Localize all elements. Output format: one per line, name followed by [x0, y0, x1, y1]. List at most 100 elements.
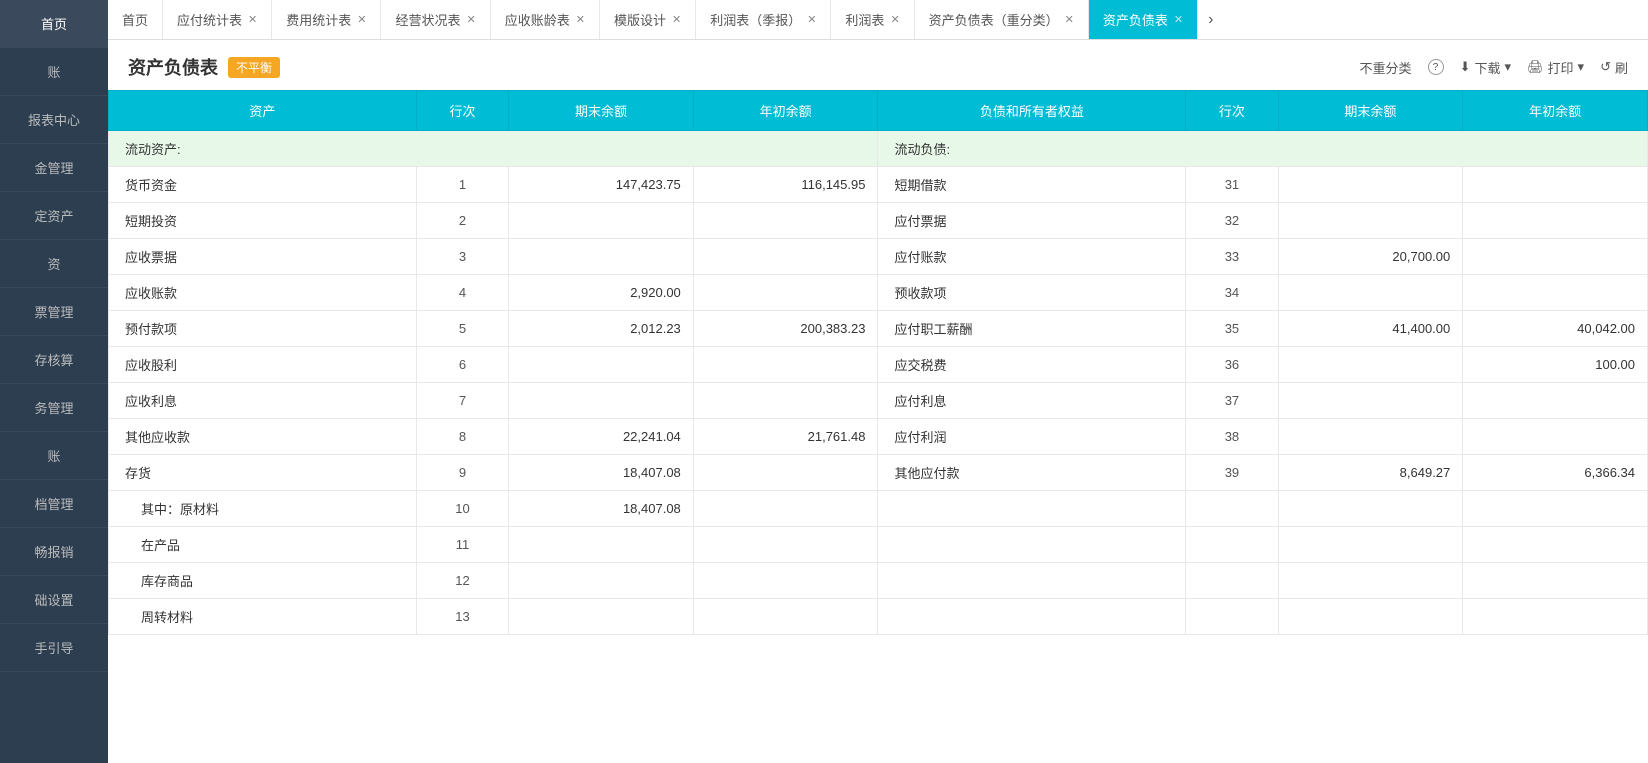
end-balance2 [1278, 491, 1463, 527]
tab-expense[interactable]: 费用统计表 ✕ [272, 0, 381, 39]
row-number: 7 [416, 383, 508, 419]
tab-receivable-age[interactable]: 应收账龄表 ✕ [491, 0, 600, 39]
tab-receivable-age-close[interactable]: ✕ [576, 13, 585, 26]
tab-balance-reclassify-label: 资产负债表（重分类） [929, 10, 1059, 29]
table-row: 应收账款 4 2,920.00 预收款项 34 [109, 275, 1648, 311]
asset-name: 短期投资 [109, 203, 417, 239]
sidebar-item-fixed-assets[interactable]: 定资产 [0, 192, 108, 240]
asset-name: 应收股利 [109, 347, 417, 383]
sidebar-item-settings[interactable]: 础设置 [0, 576, 108, 624]
row-number: 6 [416, 347, 508, 383]
sidebar-item-archive[interactable]: 档管理 [0, 480, 108, 528]
row-number: 1 [416, 167, 508, 203]
tab-payable[interactable]: 应付统计表 ✕ [163, 0, 272, 39]
sidebar-item-expense[interactable]: 畅报销 [0, 528, 108, 576]
refresh-button[interactable]: ↺ 刷 [1600, 58, 1628, 77]
sidebar-item-home[interactable]: 首页 [0, 0, 108, 48]
tab-template-close[interactable]: ✕ [672, 13, 681, 26]
sidebar-item-inventory[interactable]: 存核算 [0, 336, 108, 384]
end-balance [509, 239, 694, 275]
row-number2: 37 [1186, 383, 1278, 419]
end-balance: 18,407.08 [509, 455, 694, 491]
sidebar-item-finance[interactable]: 金管理 [0, 144, 108, 192]
download-button[interactable]: ⬇ 下载 ▾ [1460, 58, 1511, 77]
section-right-label: 流动负债: [878, 131, 1648, 167]
sidebar-item-ledger[interactable]: 账 [0, 432, 108, 480]
table-row: 库存商品 12 [109, 563, 1648, 599]
refresh-label: 刷 [1615, 58, 1628, 77]
download-icon: ⬇ [1460, 59, 1471, 75]
tab-profit-label: 利润表 [845, 10, 884, 29]
begin-balance2 [1463, 239, 1648, 275]
asset-name: 周转材料 [109, 599, 417, 635]
end-balance2 [1278, 167, 1463, 203]
row-number: 3 [416, 239, 508, 275]
tab-balance-reclassify[interactable]: 资产负债表（重分类） ✕ [915, 0, 1089, 39]
col-row-num2: 行次 [1186, 91, 1278, 131]
tab-more-button[interactable]: › [1198, 0, 1223, 39]
row-number: 10 [416, 491, 508, 527]
tab-payable-close[interactable]: ✕ [248, 13, 257, 26]
liability-name: 应交税费 [878, 347, 1186, 383]
liability-name [878, 527, 1186, 563]
asset-name: 其中：原材料 [109, 491, 417, 527]
begin-balance2: 40,042.00 [1463, 311, 1648, 347]
row-number2: 34 [1186, 275, 1278, 311]
tab-profit-quarterly-close[interactable]: ✕ [807, 13, 816, 26]
col-begin-balance2: 年初余额 [1463, 91, 1648, 131]
begin-balance2 [1463, 167, 1648, 203]
begin-balance [693, 491, 878, 527]
col-asset: 资产 [109, 91, 417, 131]
download-label: 下载 [1474, 58, 1500, 77]
sidebar-item-asset[interactable]: 资 [0, 240, 108, 288]
sidebar-item-task[interactable]: 务管理 [0, 384, 108, 432]
print-button[interactable]: 🖨 打印 ▾ [1527, 58, 1584, 77]
tab-home-label: 首页 [122, 10, 148, 29]
begin-balance: 116,145.95 [693, 167, 878, 203]
report-table: 资产 行次 期末余额 年初余额 负债和所有者权益 行次 期末余额 年初余额 流动… [108, 90, 1648, 635]
tab-balance-close[interactable]: ✕ [1174, 13, 1183, 26]
col-liability-equity: 负债和所有者权益 [878, 91, 1186, 131]
table-row: 其他应收款 8 22,241.04 21,761.48 应付利润 38 [109, 419, 1648, 455]
begin-balance [693, 347, 878, 383]
row-number2 [1186, 599, 1278, 635]
end-balance: 147,423.75 [509, 167, 694, 203]
end-balance2: 8,649.27 [1278, 455, 1463, 491]
download-chevron-icon: ▾ [1504, 59, 1511, 75]
liability-name: 短期借款 [878, 167, 1186, 203]
tab-expense-close[interactable]: ✕ [357, 13, 366, 26]
col-row-num: 行次 [416, 91, 508, 131]
end-balance: 18,407.08 [509, 491, 694, 527]
row-number2 [1186, 563, 1278, 599]
asset-name: 在产品 [109, 527, 417, 563]
sidebar-item-report[interactable]: 报表中心 [0, 96, 108, 144]
tab-profit-quarterly[interactable]: 利润表（季报） ✕ [696, 0, 831, 39]
begin-balance: 21,761.48 [693, 419, 878, 455]
sidebar-item-guide[interactable]: 手引导 [0, 624, 108, 672]
sidebar-item-account[interactable]: 账 [0, 48, 108, 96]
page-header: 资产负债表 不平衡 不重分类 ? ⬇ 下载 ▾ 🖨 打印 ▾ ↺ 刷 [108, 40, 1648, 90]
asset-name: 应收票据 [109, 239, 417, 275]
end-balance [509, 383, 694, 419]
tab-balance-label: 资产负债表 [1103, 10, 1168, 29]
help-icon[interactable]: ? [1428, 59, 1444, 75]
tab-profit[interactable]: 利润表 ✕ [831, 0, 914, 39]
table-row: 应收票据 3 应付账款 33 20,700.00 [109, 239, 1648, 275]
tab-balance[interactable]: 资产负债表 ✕ [1089, 0, 1198, 39]
row-number: 13 [416, 599, 508, 635]
content-area: 资产负债表 不平衡 不重分类 ? ⬇ 下载 ▾ 🖨 打印 ▾ ↺ 刷 [108, 40, 1648, 763]
begin-balance2 [1463, 563, 1648, 599]
tab-template[interactable]: 模版设计 ✕ [600, 0, 696, 39]
end-balance2 [1278, 275, 1463, 311]
begin-balance2: 6,366.34 [1463, 455, 1648, 491]
tab-operation-close[interactable]: ✕ [467, 13, 476, 26]
tab-profit-close[interactable]: ✕ [890, 13, 899, 26]
row-number2: 33 [1186, 239, 1278, 275]
tab-operation[interactable]: 经营状况表 ✕ [381, 0, 490, 39]
sidebar-item-invoice[interactable]: 票管理 [0, 288, 108, 336]
row-number: 4 [416, 275, 508, 311]
end-balance2 [1278, 383, 1463, 419]
tab-balance-reclassify-close[interactable]: ✕ [1065, 13, 1074, 26]
tab-home[interactable]: 首页 [108, 0, 163, 39]
begin-balance2 [1463, 419, 1648, 455]
